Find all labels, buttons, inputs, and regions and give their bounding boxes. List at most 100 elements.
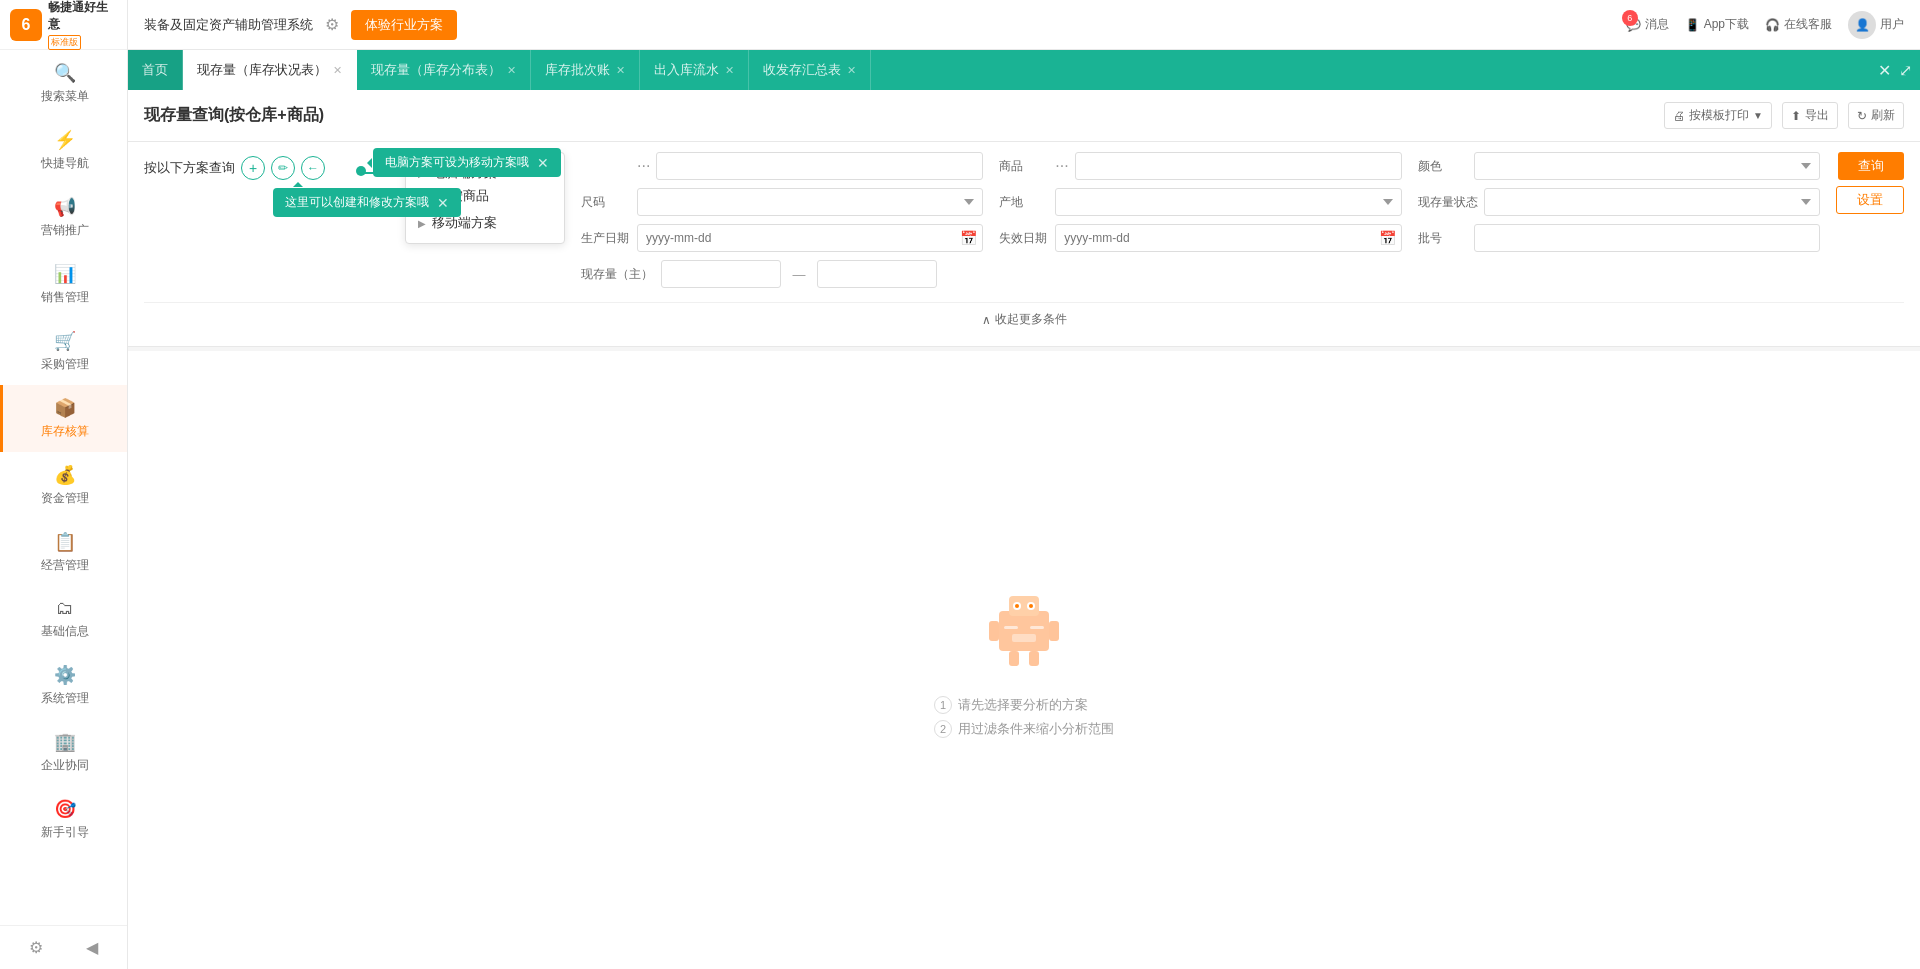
sidebar-item-sales[interactable]: 📊 销售管理 — [0, 251, 127, 318]
user-menu[interactable]: 👤 用户 — [1848, 11, 1904, 39]
tab-close-receipt[interactable]: ✕ — [847, 64, 856, 77]
prod-date-field: 生产日期 📅 — [581, 224, 983, 252]
sidebar-item-operation[interactable]: 📋 经营管理 — [0, 519, 127, 586]
app-download-button[interactable]: 📱 App下载 — [1685, 16, 1749, 33]
folder-icon: 🗂 — [56, 598, 74, 619]
scheme-tooltip-text: 电脑方案可设为移动方案哦 — [385, 154, 529, 171]
search-button[interactable]: 查询 — [1838, 152, 1904, 180]
collapse-up-icon: ∧ — [982, 313, 991, 327]
user-avatar: 👤 — [1848, 11, 1876, 39]
color-select[interactable] — [1474, 152, 1820, 180]
tab-inventory-status-label: 现存量（库存状况表） — [197, 61, 327, 79]
print-label: 按模板打印 — [1689, 107, 1749, 124]
prod-date-wrap: 📅 — [637, 224, 983, 252]
tab-home-label: 首页 — [142, 61, 168, 79]
page-title-row: 现存量查询(按仓库+商品) 🖨 按模板打印 ▼ ⬆ 导出 ↻ 刷新 — [144, 102, 1904, 129]
goods-field: 商品 ··· — [999, 152, 1401, 180]
sidebar-logo: 6 畅捷通好生意 标准版 — [0, 0, 127, 50]
goods-input[interactable] — [1075, 152, 1402, 180]
sidebar-item-system[interactable]: ⚙️ 系统管理 — [0, 652, 127, 719]
collapse-bar[interactable]: ∧ 收起更多条件 — [144, 302, 1904, 336]
tab-inout[interactable]: 出入库流水 ✕ — [640, 50, 749, 90]
sidebar-item-label: 系统管理 — [41, 690, 89, 707]
tab-bar: 首页 现存量（库存状况表） ✕ 现存量（库存分布表） ✕ 库存批次账 ✕ 出入库… — [128, 50, 1920, 90]
origin-select[interactable] — [1055, 188, 1401, 216]
tip-text-2: 用过滤条件来缩小分析范围 — [958, 720, 1114, 738]
tab-expand-icon[interactable]: ⤢ — [1899, 61, 1912, 80]
collapse-sidebar-button[interactable]: ◀ — [86, 938, 98, 957]
industry-solution-button[interactable]: 体验行业方案 — [351, 10, 457, 40]
origin-field: 产地 — [999, 188, 1401, 216]
prod-date-input[interactable] — [637, 224, 983, 252]
tab-batch-label: 库存批次账 — [545, 61, 610, 79]
collapse-label: 收起更多条件 — [995, 311, 1067, 328]
inv-main-label: 现存量（主） — [581, 266, 653, 283]
tip-text-1: 请先选择要分析的方案 — [958, 696, 1088, 714]
sidebar-item-newbie[interactable]: 🎯 新手引导 — [0, 786, 127, 853]
reset-button[interactable]: 设置 — [1836, 186, 1904, 214]
message-button[interactable]: 💬 6 消息 — [1626, 16, 1669, 33]
prod-date-calendar-icon[interactable]: 📅 — [960, 230, 977, 246]
tab-close-all-icon[interactable]: ✕ — [1878, 61, 1891, 80]
tab-close-inventory-dist[interactable]: ✕ — [507, 64, 516, 77]
sidebar-item-marketing[interactable]: 📢 营销推广 — [0, 184, 127, 251]
empty-state: 1 请先选择要分析的方案 2 用过滤条件来缩小分析范围 — [128, 351, 1920, 969]
sidebar-item-label: 基础信息 — [41, 623, 89, 640]
mobile-icon: 📱 — [1685, 18, 1700, 32]
inv-main-from[interactable] — [661, 260, 781, 288]
print-button[interactable]: 🖨 按模板打印 ▼ — [1664, 102, 1772, 129]
sidebar-item-finance[interactable]: 💰 资金管理 — [0, 452, 127, 519]
online-support-button[interactable]: 🎧 在线客服 — [1765, 16, 1832, 33]
edit-tooltip-close[interactable]: ✕ — [437, 195, 449, 211]
tab-inventory-dist[interactable]: 现存量（库存分布表） ✕ — [357, 50, 531, 90]
size-field: 尺码 — [581, 188, 983, 216]
header-settings-icon[interactable]: ⚙ — [325, 15, 339, 34]
filter-section: 电脑方案可设为移动方案哦 ✕ 这里可以创建和修改方案哦 ✕ 按以下方案查询 + … — [128, 142, 1920, 347]
color-field: 颜色 — [1418, 152, 1820, 180]
batch-input[interactable] — [1474, 224, 1820, 252]
size-select[interactable] — [637, 188, 983, 216]
main-area: 装备及固定资产辅助管理系统 ⚙ 体验行业方案 💬 6 消息 📱 App下载 🎧 … — [128, 0, 1920, 969]
tab-receipt[interactable]: 收发存汇总表 ✕ — [749, 50, 871, 90]
stock-status-select[interactable] — [1484, 188, 1820, 216]
warehouse-field: ··· — [581, 152, 983, 180]
settings-button[interactable]: ⚙ — [29, 938, 43, 957]
tab-close-inout[interactable]: ✕ — [725, 64, 734, 77]
empty-illustration — [974, 576, 1074, 676]
page-header: 现存量查询(按仓库+商品) 🖨 按模板打印 ▼ ⬆ 导出 ↻ 刷新 — [128, 90, 1920, 142]
print-dropdown-icon: ▼ — [1753, 110, 1763, 121]
edit-scheme-button[interactable]: ✏ — [271, 156, 295, 180]
tab-close-batch[interactable]: ✕ — [616, 64, 625, 77]
inv-main-to[interactable] — [817, 260, 937, 288]
tab-inventory-status[interactable]: 现存量（库存状况表） ✕ — [183, 50, 357, 90]
add-scheme-button[interactable]: + — [241, 156, 265, 180]
sidebar-item-guide[interactable]: ⚡ 快捷导航 — [0, 117, 127, 184]
svg-rect-12 — [1029, 651, 1039, 666]
filter-action-col: 查询 设置 — [1820, 152, 1904, 214]
tab-home[interactable]: 首页 — [128, 50, 183, 90]
export-icon: ⬆ — [1791, 109, 1801, 123]
inv-dash: — — [789, 267, 809, 282]
expire-date-input[interactable] — [1055, 224, 1401, 252]
origin-label: 产地 — [999, 194, 1049, 211]
scheme-tooltip-close[interactable]: ✕ — [537, 155, 549, 171]
warehouse-input[interactable] — [656, 152, 983, 180]
sidebar-item-inventory[interactable]: 📦 库存核算 — [0, 385, 127, 452]
sidebar-item-label: 企业协同 — [41, 757, 89, 774]
sidebar-item-purchase[interactable]: 🛒 采购管理 — [0, 318, 127, 385]
page-title: 现存量查询(按仓库+商品) — [144, 105, 324, 126]
sidebar-item-corp[interactable]: 🏢 企业协同 — [0, 719, 127, 786]
tab-batch[interactable]: 库存批次账 ✕ — [531, 50, 640, 90]
empty-tip-2: 2 用过滤条件来缩小分析范围 — [934, 720, 1114, 738]
refresh-button[interactable]: ↻ 刷新 — [1848, 102, 1904, 129]
expire-date-calendar-icon[interactable]: 📅 — [1379, 230, 1396, 246]
sidebar-item-label: 营销推广 — [41, 222, 89, 239]
arrow-scheme-button[interactable]: ← — [301, 156, 325, 180]
tab-close-inventory-status[interactable]: ✕ — [333, 64, 342, 77]
message-badge: 6 — [1622, 10, 1638, 26]
export-button[interactable]: ⬆ 导出 — [1782, 102, 1838, 129]
page-actions: 🖨 按模板打印 ▼ ⬆ 导出 ↻ 刷新 — [1664, 102, 1904, 129]
sidebar-item-basic[interactable]: 🗂 基础信息 — [0, 586, 127, 652]
sidebar-item-search[interactable]: 🔍 搜索菜单 — [0, 50, 127, 117]
size-label: 尺码 — [581, 194, 631, 211]
